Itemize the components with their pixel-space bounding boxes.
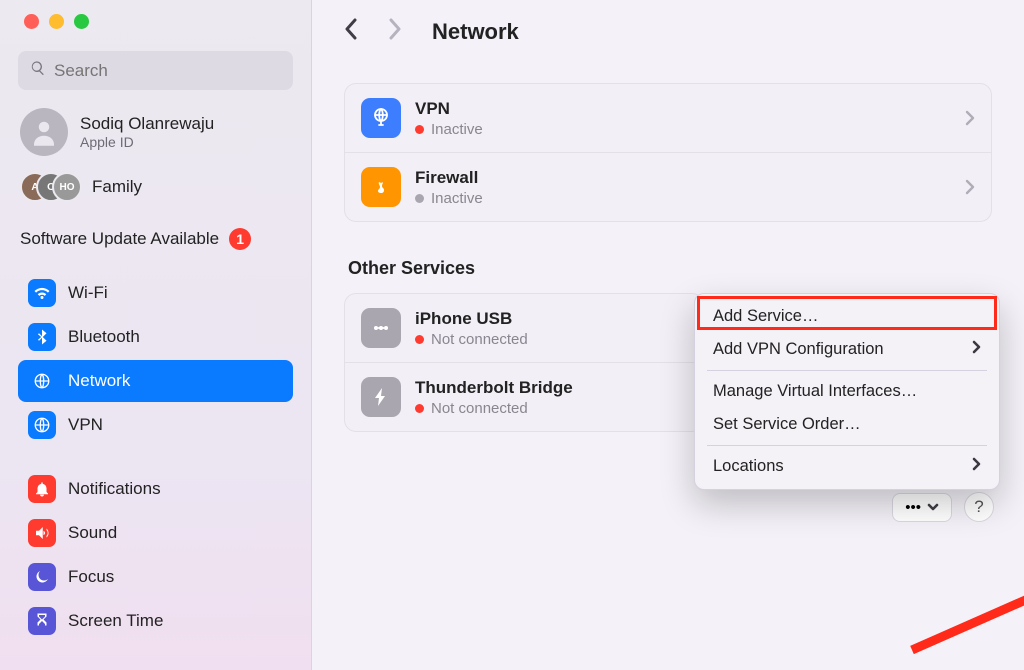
sidebar-item-label: Wi-Fi xyxy=(68,283,108,303)
menu-separator xyxy=(707,445,987,446)
sidebar-item-network[interactable]: Network xyxy=(18,360,293,402)
bluetooth-icon xyxy=(28,323,56,351)
page-title: Network xyxy=(432,19,519,45)
forward-button[interactable] xyxy=(388,18,402,45)
chevron-right-icon xyxy=(965,110,975,126)
family-avatars: A O HO xyxy=(20,172,80,202)
globe-icon xyxy=(361,98,401,138)
firewall-icon xyxy=(361,167,401,207)
family-label: Family xyxy=(92,177,142,197)
chevron-down-icon xyxy=(927,501,939,513)
service-title: VPN xyxy=(415,99,965,119)
minimize-window-button[interactable] xyxy=(49,14,64,29)
network-services-card: VPN Inactive Firewall Inactive xyxy=(344,83,992,222)
sidebar: Sodiq Olanrewaju Apple ID A O HO Family … xyxy=(0,0,312,670)
sidebar-item-label: VPN xyxy=(68,415,103,435)
service-status: Inactive xyxy=(431,190,483,207)
profile-name: Sodiq Olanrewaju xyxy=(80,114,214,134)
network-icon xyxy=(28,367,56,395)
status-dot xyxy=(415,404,424,413)
hourglass-icon xyxy=(28,607,56,635)
sidebar-item-notifications[interactable]: Notifications xyxy=(18,468,293,510)
apple-id-profile[interactable]: Sodiq Olanrewaju Apple ID xyxy=(18,108,293,156)
titlebar: Network xyxy=(344,18,992,45)
sidebar-item-bluetooth[interactable]: Bluetooth xyxy=(18,316,293,358)
update-badge: 1 xyxy=(229,228,251,250)
service-status: Inactive xyxy=(431,121,483,138)
chevron-right-icon xyxy=(972,457,981,476)
sidebar-item-vpn[interactable]: VPN xyxy=(18,404,293,446)
more-actions-menu: Add Service… Add VPN Configuration Manag… xyxy=(694,293,1000,490)
avatar xyxy=(20,108,68,156)
vpn-icon xyxy=(28,411,56,439)
service-title: Firewall xyxy=(415,168,965,188)
sidebar-nav: Wi-Fi Bluetooth Network VPN Notification… xyxy=(18,272,293,642)
back-button[interactable] xyxy=(344,18,358,45)
service-title: iPhone USB xyxy=(415,309,687,329)
menu-item-manage-virtual[interactable]: Manage Virtual Interfaces… xyxy=(695,375,999,408)
service-row-vpn[interactable]: VPN Inactive xyxy=(345,84,991,152)
fullscreen-window-button[interactable] xyxy=(74,14,89,29)
sidebar-item-label: Notifications xyxy=(68,479,161,499)
search-field[interactable] xyxy=(18,51,293,90)
sound-icon xyxy=(28,519,56,547)
sidebar-item-label: Bluetooth xyxy=(68,327,140,347)
sidebar-item-label: Screen Time xyxy=(68,611,163,631)
sidebar-item-label: Network xyxy=(68,371,130,391)
service-row-iphone-usb[interactable]: iPhone USB Not connected xyxy=(345,294,703,362)
more-actions-button[interactable]: ••• xyxy=(892,493,952,522)
ethernet-icon xyxy=(361,308,401,348)
status-dot xyxy=(415,125,424,134)
chevron-right-icon xyxy=(972,340,981,359)
sidebar-item-screentime[interactable]: Screen Time xyxy=(18,600,293,642)
other-services-heading: Other Services xyxy=(348,258,992,279)
menu-label: Set Service Order… xyxy=(713,415,861,434)
menu-label: Add VPN Configuration xyxy=(713,340,884,359)
menu-label: Add Service… xyxy=(713,307,818,326)
software-update-label: Software Update Available xyxy=(20,229,219,249)
menu-item-locations[interactable]: Locations xyxy=(695,450,999,483)
search-icon xyxy=(30,60,46,81)
sidebar-item-focus[interactable]: Focus xyxy=(18,556,293,598)
service-status: Not connected xyxy=(431,331,528,348)
service-row-firewall[interactable]: Firewall Inactive xyxy=(345,152,991,221)
menu-item-add-vpn[interactable]: Add VPN Configuration xyxy=(695,333,999,366)
status-dot xyxy=(415,335,424,344)
profile-sub: Apple ID xyxy=(80,134,214,150)
ellipsis-icon: ••• xyxy=(905,499,921,516)
sidebar-item-label: Sound xyxy=(68,523,117,543)
menu-separator xyxy=(707,370,987,371)
wifi-icon xyxy=(28,279,56,307)
service-row-thunderbolt[interactable]: Thunderbolt Bridge Not connected xyxy=(345,362,703,431)
menu-item-add-service[interactable]: Add Service… xyxy=(695,300,999,333)
sidebar-item-label: Focus xyxy=(68,567,114,587)
bell-icon xyxy=(28,475,56,503)
footer-buttons: ••• ? xyxy=(892,492,994,522)
status-dot xyxy=(415,194,424,203)
family-row[interactable]: A O HO Family xyxy=(18,172,293,202)
service-status: Not connected xyxy=(431,400,528,417)
window-controls xyxy=(24,14,293,29)
menu-item-service-order[interactable]: Set Service Order… xyxy=(695,408,999,441)
menu-label: Manage Virtual Interfaces… xyxy=(713,382,917,401)
help-button[interactable]: ? xyxy=(964,492,994,522)
service-title: Thunderbolt Bridge xyxy=(415,378,687,398)
software-update-row[interactable]: Software Update Available 1 xyxy=(18,228,293,250)
other-services-card: iPhone USB Not connected Thunderbolt Bri… xyxy=(344,293,704,432)
search-input[interactable] xyxy=(54,61,281,81)
sidebar-item-sound[interactable]: Sound xyxy=(18,512,293,554)
moon-icon xyxy=(28,563,56,591)
menu-label: Locations xyxy=(713,457,784,476)
thunderbolt-icon xyxy=(361,377,401,417)
chevron-right-icon xyxy=(965,179,975,195)
sidebar-item-wifi[interactable]: Wi-Fi xyxy=(18,272,293,314)
main-content: Network VPN Inactive Firewall Inactive xyxy=(312,0,1024,670)
close-window-button[interactable] xyxy=(24,14,39,29)
